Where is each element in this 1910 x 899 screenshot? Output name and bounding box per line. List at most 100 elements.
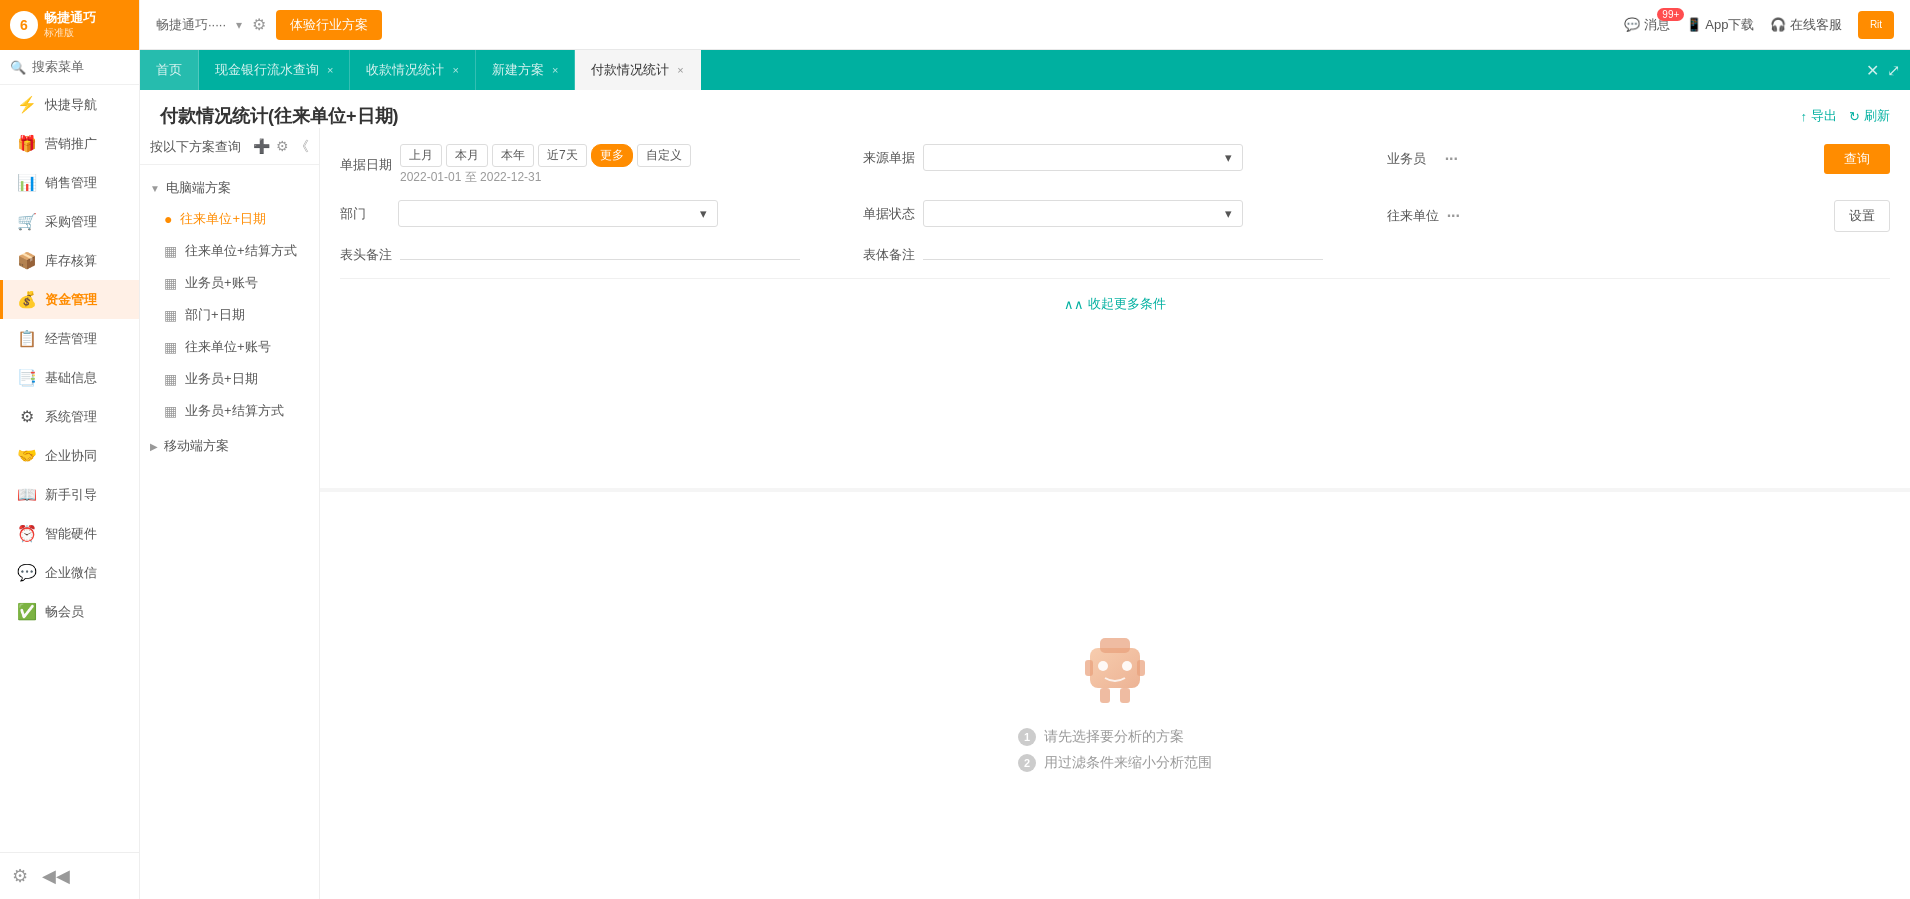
empty-robot-icon — [1065, 618, 1165, 718]
nav-label-finance: 资金管理 — [45, 291, 97, 309]
logo-title: 畅捷通巧 — [44, 10, 96, 26]
svg-point-3 — [1122, 661, 1132, 671]
nav-label-system: 系统管理 — [45, 408, 97, 426]
date-btn-近7天[interactable]: 近7天 — [538, 144, 587, 167]
pc-scheme-group-header[interactable]: ▼ 电脑端方案 — [140, 173, 319, 203]
sidebar-item-operation[interactable]: 📋经营管理 — [0, 319, 139, 358]
sidebar-item-member[interactable]: ✅畅会员 — [0, 592, 139, 631]
tab-actions: ✕ ⤢ — [1866, 61, 1910, 80]
scheme-label-unit-account: 往来单位+账号 — [185, 338, 271, 356]
online-service-btn[interactable]: 🎧 在线客服 — [1770, 16, 1842, 34]
tab-home[interactable]: 首页 — [140, 50, 199, 90]
tab-label-receipt: 收款情况统计 — [366, 61, 444, 79]
sales-icon: 📊 — [17, 173, 37, 192]
tip-text-1: 请先选择要分析的方案 — [1044, 728, 1184, 746]
date-label: 单据日期 — [340, 156, 392, 174]
tab-new-scheme[interactable]: 新建方案× — [476, 50, 575, 90]
date-range: 2022-01-01 至 2022-12-31 — [400, 169, 691, 186]
close-tab-receipt-icon[interactable]: × — [452, 64, 458, 76]
tab-receipt[interactable]: 收款情况统计 × — [350, 50, 475, 90]
refresh-btn[interactable]: ↻ 刷新 — [1849, 107, 1890, 125]
scheme-item-dept-date[interactable]: ▦部门+日期 — [140, 299, 319, 331]
scheme-toolbar: 按以下方案查询 ➕ ⚙ 《 — [140, 138, 319, 165]
sidebar-item-enterprise[interactable]: 🤝企业协同 — [0, 436, 139, 475]
sidebar-item-inventory[interactable]: 📦库存核算 — [0, 241, 139, 280]
sidebar-item-wechat[interactable]: 💬企业微信 — [0, 553, 139, 592]
tab-bank[interactable]: 现金银行流水查询× — [199, 50, 350, 90]
mobile-scheme-group-header[interactable]: ▶ 移动端方案 — [140, 431, 319, 461]
date-btn-本年[interactable]: 本年 — [492, 144, 534, 167]
add-scheme-icon[interactable]: ➕ — [253, 138, 270, 156]
source-filter: 来源单据 ▾ — [863, 144, 1366, 171]
marketing-icon: 🎁 — [17, 134, 37, 153]
mobile-scheme-group: ▶ 移动端方案 — [140, 431, 319, 461]
app-download-btn[interactable]: 📱 App下载 — [1686, 16, 1754, 34]
unit-label: 往来单位 — [1387, 207, 1439, 225]
expand-icon[interactable]: ⤢ — [1887, 61, 1900, 80]
close-tab-new-scheme-icon[interactable]: × — [552, 64, 558, 76]
date-btn-更多[interactable]: 更多 — [591, 144, 633, 167]
dept-select[interactable]: ▾ — [398, 200, 718, 227]
sidebar-item-quick-nav[interactable]: ⚡快捷导航 — [0, 85, 139, 124]
query-btn[interactable]: 查询 — [1824, 144, 1890, 174]
date-btn-自定义[interactable]: 自定义 — [637, 144, 691, 167]
filter-area: 单据日期 上月本月本年近7天更多自定义 2022-01-01 至 2022-12… — [320, 128, 1910, 488]
sidebar-item-purchase[interactable]: 🛒采购管理 — [0, 202, 139, 241]
scheme-item-unit-account[interactable]: ▦往来单位+账号 — [140, 331, 319, 363]
message-btn[interactable]: 💬 消息 99+ — [1624, 16, 1670, 34]
close-tab-icon[interactable]: ✕ — [1866, 61, 1879, 80]
sidebar-item-basic[interactable]: 📑基础信息 — [0, 358, 139, 397]
close-tab-bank-icon[interactable]: × — [327, 64, 333, 76]
chevron-down-icon[interactable]: ▾ — [236, 18, 242, 32]
breadcrumb: 畅捷通巧····· — [156, 16, 226, 34]
basic-icon: 📑 — [17, 368, 37, 387]
sidebar-item-guide[interactable]: 📖新手引导 — [0, 475, 139, 514]
table-header-note-filter: 表头备注 — [340, 246, 843, 264]
close-tab-payment-icon[interactable]: × — [677, 64, 683, 76]
search-menu[interactable]: 🔍 搜索菜单 — [0, 50, 139, 85]
status-select[interactable]: ▾ — [923, 200, 1243, 227]
trial-btn[interactable]: 体验行业方案 — [276, 10, 382, 40]
sidebar-item-hardware[interactable]: ⏰智能硬件 — [0, 514, 139, 553]
settings-scheme-icon[interactable]: ⚙ — [276, 138, 289, 156]
export-label: 导出 — [1811, 107, 1837, 125]
sidebar-item-system[interactable]: ⚙系统管理 — [0, 397, 139, 436]
nav-label-sales: 销售管理 — [45, 174, 97, 192]
source-select[interactable]: ▾ — [923, 144, 1243, 171]
nav-label-member: 畅会员 — [45, 603, 84, 621]
staff-label: 业务员 — [1387, 150, 1437, 168]
settings-icon[interactable]: ⚙ — [8, 861, 32, 891]
staff-filter: 业务员 ··· 查询 — [1387, 144, 1890, 174]
staff-dots-btn[interactable]: ··· — [1445, 150, 1458, 168]
date-btn-上月[interactable]: 上月 — [400, 144, 442, 167]
unit-dots-btn[interactable]: ··· — [1447, 207, 1460, 225]
scheme-item-unit-settle[interactable]: ▦往来单位+结算方式 — [140, 235, 319, 267]
scheme-item-staff-account[interactable]: ▦业务员+账号 — [140, 267, 319, 299]
status-filter: 单据状态 ▾ — [863, 200, 1366, 227]
table-body-note-input[interactable] — [923, 251, 1323, 260]
header-settings-icon[interactable]: ⚙ — [252, 15, 266, 34]
scheme-item-unit-date[interactable]: ●往来单位+日期 — [140, 203, 319, 235]
scheme-item-staff-date[interactable]: ▦业务员+日期 — [140, 363, 319, 395]
top-header: 畅捷通巧····· ▾ ⚙ 体验行业方案 💬 消息 99+ 📱 App下载 🎧 … — [140, 0, 1910, 50]
avatar[interactable]: Rit — [1858, 11, 1894, 39]
collapse-sidebar-icon[interactable]: ◀◀ — [38, 861, 74, 891]
sidebar-item-marketing[interactable]: 🎁营销推广 — [0, 124, 139, 163]
staff-account-icon: ▦ — [164, 275, 177, 291]
sidebar-item-sales[interactable]: 📊 销售管理 — [0, 163, 139, 202]
collapse-scheme-icon[interactable]: 《 — [295, 138, 309, 156]
content-area: 付款情况统计(往来单位+日期) ↑ 导出 ↻ 刷新 按以下方案查询 ➕ — [140, 90, 1910, 899]
scheme-toolbar-label: 按以下方案查询 — [150, 138, 241, 156]
dept-label: 部门 — [340, 205, 390, 223]
table-header-note-input[interactable] — [400, 251, 800, 260]
collapse-btn[interactable]: ∧∧ 收起更多条件 — [1064, 287, 1166, 321]
tab-label-payment: 付款情况统计 — [591, 61, 669, 79]
svg-rect-4 — [1085, 660, 1093, 676]
settings-btn[interactable]: 设置 — [1834, 200, 1890, 232]
sidebar-item-finance[interactable]: 💰资金管理 — [0, 280, 139, 319]
date-btn-本月[interactable]: 本月 — [446, 144, 488, 167]
export-btn[interactable]: ↑ 导出 — [1801, 107, 1838, 125]
tab-payment[interactable]: 付款情况统计 × — [575, 50, 700, 90]
logo-icon: 6 — [10, 11, 38, 39]
scheme-item-staff-settle[interactable]: ▦业务员+结算方式 — [140, 395, 319, 427]
